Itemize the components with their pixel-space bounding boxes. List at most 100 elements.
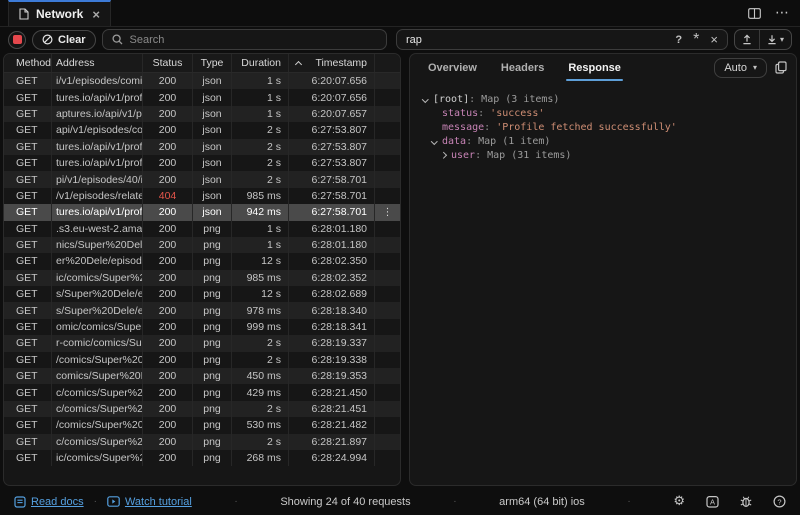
cell-duration: 2 s xyxy=(232,433,289,450)
filter-clear-icon[interactable]: × xyxy=(710,33,718,46)
tab-response[interactable]: Response xyxy=(556,54,633,81)
cell-status: 200 xyxy=(143,417,193,434)
table-row[interactable]: GET r-comic/comics/Super 200 png 2 s 6:2… xyxy=(4,335,400,352)
copy-icon[interactable] xyxy=(775,61,787,74)
network-devtools-window: Network × ⋯ Clear Search rap ? * × ▾ Met… xyxy=(0,0,800,515)
table-row[interactable]: GET i/v1/episodes/comic/2 200 json 1 s 6… xyxy=(4,73,400,90)
cell-type: png xyxy=(193,318,232,336)
tree-node: user: Map (31 items) xyxy=(410,149,796,163)
cell-duration: 12 s xyxy=(232,286,289,303)
collapse-caret-icon[interactable] xyxy=(422,96,429,103)
cell-duration: 2 s xyxy=(232,335,289,352)
collapse-caret-icon[interactable] xyxy=(431,138,438,145)
table-row[interactable]: GET .s3.eu-west-2.amazon 200 png 1 s 6:2… xyxy=(4,220,400,237)
table-row[interactable]: GET s/Super%20Dele/episo 200 png 978 ms … xyxy=(4,302,400,319)
column-header-duration[interactable]: Duration xyxy=(232,54,289,72)
table-row[interactable]: GET api/v1/episodes/comi 200 json 2 s 6:… xyxy=(4,122,400,139)
table-row[interactable]: GET tures.io/api/v1/profile 200 json 2 s… xyxy=(4,154,400,172)
tree-key: user xyxy=(451,150,476,161)
cell-duration: 2 s xyxy=(232,400,289,418)
table-row[interactable]: GET c/comics/Super%20De 200 png 2 s 6:28… xyxy=(4,400,400,418)
cell-method: GET xyxy=(4,204,52,221)
cell-duration: 1 s xyxy=(232,105,289,123)
cell-timestamp: 6:27:53.807 xyxy=(289,138,375,155)
split-view-icon[interactable] xyxy=(748,7,761,19)
table-row[interactable]: GET comics/Super%20Dele. 200 png 450 ms … xyxy=(4,368,400,385)
table-row[interactable]: GET c/comics/Super%20De 200 png 429 ms 6… xyxy=(4,384,400,401)
cell-address: tures.io/api/v1/profile xyxy=(52,138,143,155)
table-row[interactable]: GET aptures.io/api/v1/profi 200 json 1 s… xyxy=(4,105,400,123)
cell-timestamp: 6:27:58.701 xyxy=(289,204,375,221)
cell-method: GET xyxy=(4,269,52,287)
encoding-dropdown[interactable]: Auto ▾ xyxy=(714,57,767,78)
book-icon xyxy=(14,495,26,508)
tab-network[interactable]: Network × xyxy=(8,0,111,26)
cell-method: GET xyxy=(4,368,52,385)
tab-headers[interactable]: Headers xyxy=(489,54,556,81)
filter-input[interactable] xyxy=(405,33,669,46)
table-row[interactable]: GET tures.io/api/v1/profile 200 json 1 s… xyxy=(4,89,400,106)
cell-timestamp: 6:28:19.353 xyxy=(289,368,375,385)
cell-status: 200 xyxy=(143,171,193,188)
requests-panel: Method Address Status Type Duration Time… xyxy=(3,53,401,486)
separator-dot: · xyxy=(234,496,238,507)
table-row[interactable]: GET er%20Dele/episodes/E 200 png 12 s 6:… xyxy=(4,253,400,270)
help-icon[interactable]: ? xyxy=(773,495,786,508)
cell-type: png xyxy=(193,449,232,467)
expand-caret-icon[interactable] xyxy=(440,152,447,159)
cell-timestamp: 6:28:19.338 xyxy=(289,351,375,369)
record-toggle-button[interactable] xyxy=(8,30,26,49)
record-indicator-icon xyxy=(12,35,22,44)
cell-status: 200 xyxy=(143,73,193,90)
more-menu-icon[interactable]: ⋯ xyxy=(775,5,790,21)
table-row[interactable]: GET s/Super%20Dele/episo 200 png 12 s 6:… xyxy=(4,286,400,303)
detail-panel: Overview Headers Response Auto ▾ [root]:… xyxy=(409,53,797,486)
cell-timestamp: 6:20:07.656 xyxy=(289,73,375,90)
separator-dot: · xyxy=(93,496,97,507)
clear-button[interactable]: Clear xyxy=(32,29,96,50)
export-button[interactable] xyxy=(735,30,759,49)
filter-help-icon[interactable]: ? xyxy=(675,34,682,46)
cell-duration: 2 s xyxy=(232,138,289,155)
watch-tutorial-link[interactable]: Watch tutorial xyxy=(107,496,192,508)
table-row[interactable]: GET tures.io/api/v1/profile 200 json 2 s… xyxy=(4,138,400,155)
tree-type: Map (1 item) xyxy=(478,136,551,147)
row-menu-icon[interactable]: ⋮ xyxy=(383,207,393,218)
table-row[interactable]: GET /comics/Super%20Del 200 png 2 s 6:28… xyxy=(4,351,400,369)
table-row[interactable]: GET /v1/episodes/related-c 404 json 985 … xyxy=(4,187,400,205)
filter-regex-icon[interactable]: * xyxy=(693,31,699,47)
cell-method: GET xyxy=(4,122,52,139)
column-header-address[interactable]: Address xyxy=(52,54,143,72)
app-badge-icon[interactable]: A xyxy=(706,495,719,508)
request-count-text: Showing 24 of 40 requests xyxy=(280,495,411,508)
bug-icon[interactable] xyxy=(740,495,752,508)
table-row[interactable]: GET tures.io/api/v1/profile 200 json 942… xyxy=(4,204,400,221)
cell-address: ic/comics/Super%20D xyxy=(52,449,143,467)
table-row[interactable]: GET pi/v1/episodes/40/ima 200 json 2 s 6… xyxy=(4,171,400,188)
separator-dot: · xyxy=(627,496,631,507)
cell-status: 200 xyxy=(143,449,193,467)
cell-type: json xyxy=(193,204,232,221)
table-row[interactable]: GET ic/comics/Super%20D 200 png 985 ms 6… xyxy=(4,269,400,287)
column-header-timestamp[interactable]: Timestamp xyxy=(289,54,375,72)
table-row[interactable]: GET c/comics/Super%20De 200 png 2 s 6:28… xyxy=(4,433,400,450)
search-input[interactable] xyxy=(129,33,377,46)
column-header-status[interactable]: Status xyxy=(143,54,193,72)
column-header-type[interactable]: Type xyxy=(193,54,232,72)
tree-key: status xyxy=(442,108,479,119)
column-header-method[interactable]: Method xyxy=(4,54,52,72)
settings-gear-icon[interactable]: ⚙ xyxy=(673,495,685,508)
table-row[interactable]: GET nics/Super%20Dele/ep 200 png 1 s 6:2… xyxy=(4,236,400,254)
tab-overview[interactable]: Overview xyxy=(416,54,489,81)
chevron-down-icon: ▾ xyxy=(752,63,757,72)
import-button[interactable]: ▾ xyxy=(760,30,791,49)
cell-type: json xyxy=(193,89,232,106)
table-row[interactable]: GET ic/comics/Super%20D 200 png 268 ms 6… xyxy=(4,449,400,467)
read-docs-label: Read docs xyxy=(31,495,84,508)
cell-address: i/v1/episodes/comic/2 xyxy=(52,73,143,90)
read-docs-link[interactable]: Read docs xyxy=(14,496,84,508)
tab-close-icon[interactable]: × xyxy=(92,8,100,21)
cell-address: s/Super%20Dele/episo xyxy=(52,286,143,303)
table-row[interactable]: GET omic/comics/Super%2 200 png 999 ms 6… xyxy=(4,318,400,336)
table-row[interactable]: GET /comics/Super%20Del 200 png 530 ms 6… xyxy=(4,417,400,434)
